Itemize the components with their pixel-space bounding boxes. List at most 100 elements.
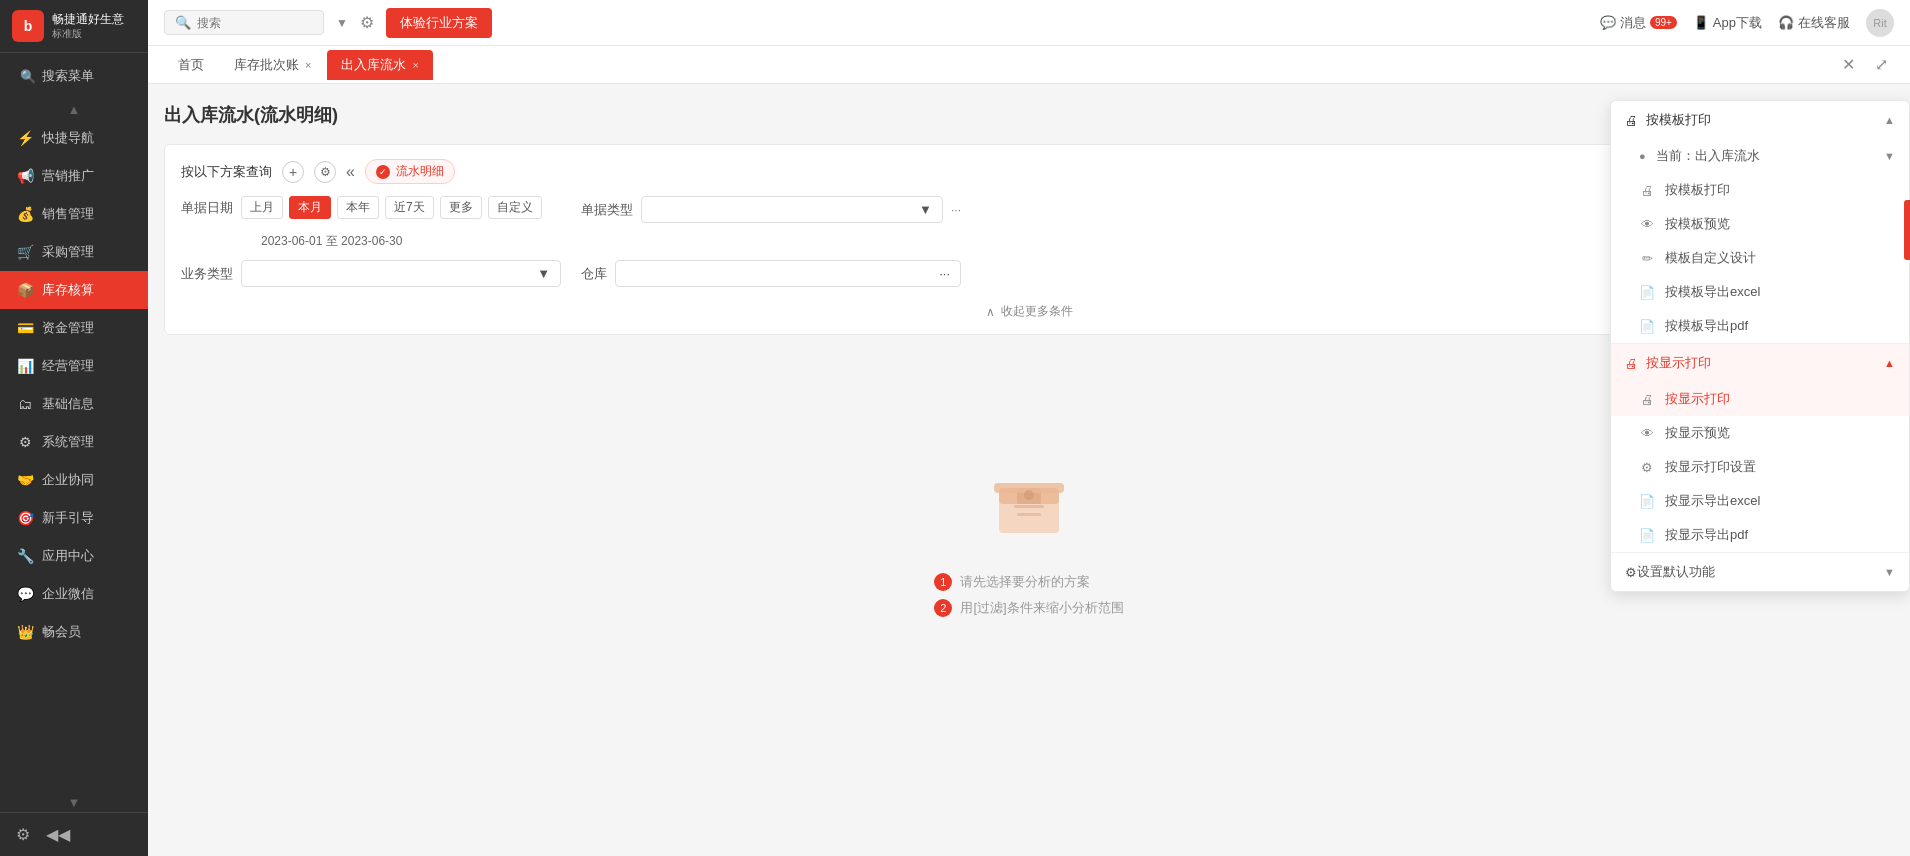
settings-icon[interactable]: ⚙ (16, 825, 30, 844)
phone-icon: 📱 (1693, 15, 1709, 30)
sidebar-item-operation[interactable]: 📊 经营管理 (0, 347, 148, 385)
template-print-section: 🖨 按模板打印 ▲ ● 当前：出入库流水 ▼ 🖨 按模板打印 👁 按模板预览 ✏… (1611, 101, 1909, 344)
sales-label: 销售管理 (42, 205, 94, 223)
tab-flow[interactable]: 出入库流水 × (327, 50, 432, 80)
empty-state-icon (979, 453, 1079, 553)
date-this-month-button[interactable]: 本月 (289, 196, 331, 219)
guide-label: 新手引导 (42, 509, 94, 527)
sidebar-item-marketing[interactable]: 📢 营销推广 (0, 157, 148, 195)
set-default-footer[interactable]: ⚙ 设置默认功能 ▼ (1611, 553, 1909, 591)
template-export-pdf-item[interactable]: 📄 按模板导出pdf (1611, 309, 1909, 343)
settings-gear-icon[interactable]: ⚙ (360, 13, 374, 32)
collapse-up-icon: ∧ (986, 305, 995, 319)
date-last-7-days-button[interactable]: 近7天 (385, 196, 434, 219)
purchase-label: 采购管理 (42, 243, 94, 261)
business-type-dropdown-icon: ▼ (537, 266, 550, 281)
tab-flow-close-icon[interactable]: × (412, 59, 418, 71)
apps-label: 应用中心 (42, 547, 94, 565)
display-print-settings-label: 按显示打印设置 (1665, 458, 1756, 476)
headset-icon: 🎧 (1778, 15, 1794, 30)
voucher-type-dropdown-icon: ▼ (919, 202, 932, 217)
scroll-down-arrow[interactable]: ▼ (0, 792, 148, 812)
sidebar-item-cooperation[interactable]: 🤝 企业协同 (0, 461, 148, 499)
display-export-excel-label: 按显示导出excel (1665, 492, 1760, 510)
message-icon: 💬 (1600, 15, 1616, 30)
display-print-section: 🖨 按显示打印 ▲ 🖨 按显示打印 👁 按显示预览 ⚙ 按显示打印设置 📄 按显… (1611, 344, 1909, 553)
step-2-num: 2 (934, 599, 952, 617)
display-print-section-header[interactable]: 🖨 按显示打印 ▲ (1611, 344, 1909, 382)
app-download-item[interactable]: 📱 App下载 (1693, 14, 1762, 32)
display-export-pdf-icon: 📄 (1639, 527, 1655, 543)
sidebar-item-guide[interactable]: 🎯 新手引导 (0, 499, 148, 537)
collapse-icon[interactable]: ◀◀ (46, 825, 70, 844)
display-export-pdf-item[interactable]: 📄 按显示导出pdf (1611, 518, 1909, 552)
maximize-button[interactable]: ⤢ (1869, 53, 1894, 76)
finance-icon: 💳 (16, 319, 34, 337)
user-name: Rit (1873, 17, 1886, 29)
sales-icon: 💰 (16, 205, 34, 223)
business-type-label: 业务类型 (181, 265, 233, 283)
system-label: 系统管理 (42, 433, 94, 451)
online-service-item[interactable]: 🎧 在线客服 (1778, 14, 1850, 32)
voucher-type-select[interactable]: ▼ (641, 196, 943, 223)
sidebar-item-apps[interactable]: 🔧 应用中心 (0, 537, 148, 575)
sidebar-item-vip[interactable]: 👑 畅会员 (0, 613, 148, 651)
search-input[interactable] (197, 16, 297, 30)
filter-collapse-button[interactable]: « (346, 163, 355, 181)
message-item[interactable]: 💬 消息 99+ (1600, 14, 1677, 32)
voucher-type-more-button[interactable]: ··· (951, 203, 961, 217)
close-all-tabs-button[interactable]: ✕ (1836, 53, 1861, 76)
template-export-pdf-label: 按模板导出pdf (1665, 317, 1748, 335)
display-preview-item[interactable]: 👁 按显示预览 (1611, 416, 1909, 450)
display-print-item[interactable]: 🖨 按显示打印 (1611, 382, 1909, 416)
filter-settings-button[interactable]: ⚙ (314, 161, 336, 183)
search-menu-item[interactable]: 🔍 搜索菜单 (12, 61, 136, 91)
warehouse-select[interactable]: ··· (615, 260, 961, 287)
marketing-label: 营销推广 (42, 167, 94, 185)
filter-add-button[interactable]: + (282, 161, 304, 183)
template-print-dropdown: 🖨 按模板打印 ▲ ● 当前：出入库流水 ▼ 🖨 按模板打印 👁 按模板预览 ✏… (1610, 100, 1910, 592)
display-print-settings-item[interactable]: ⚙ 按显示打印设置 (1611, 450, 1909, 484)
display-print-item-icon: 🖨 (1639, 391, 1655, 407)
template-preview-item[interactable]: 👁 按模板预览 (1611, 207, 1909, 241)
sidebar-item-purchase[interactable]: 🛒 采购管理 (0, 233, 148, 271)
template-export-excel-item[interactable]: 📄 按模板导出excel (1611, 275, 1909, 309)
sidebar-item-system[interactable]: ⚙ 系统管理 (0, 423, 148, 461)
warehouse-label: 仓库 (581, 265, 607, 283)
tab-home[interactable]: 首页 (164, 50, 218, 80)
date-custom-button[interactable]: 自定义 (488, 196, 542, 219)
template-print-section-header[interactable]: 🖨 按模板打印 ▲ (1611, 101, 1909, 139)
sidebar-item-finance[interactable]: 💳 资金管理 (0, 309, 148, 347)
filter-title: 按以下方案查询 (181, 163, 272, 181)
quick-nav-label: 快捷导航 (42, 129, 94, 147)
tab-batch[interactable]: 库存批次账 × (220, 50, 325, 80)
template-customize-item[interactable]: ✏ 模板自定义设计 (1611, 241, 1909, 275)
display-section-chevron-up: ▲ (1884, 357, 1895, 369)
display-export-excel-item[interactable]: 📄 按显示导出excel (1611, 484, 1909, 518)
sidebar-item-sales[interactable]: 💰 销售管理 (0, 195, 148, 233)
purchase-icon: 🛒 (16, 243, 34, 261)
template-preview-label: 按模板预览 (1665, 215, 1730, 233)
dropdown-arrow-icon[interactable]: ▼ (336, 16, 348, 30)
template-export-excel-label: 按模板导出excel (1665, 283, 1760, 301)
marketing-icon: 📢 (16, 167, 34, 185)
date-this-year-button[interactable]: 本年 (337, 196, 379, 219)
scroll-up-arrow[interactable]: ▲ (0, 99, 148, 119)
sidebar-item-base[interactable]: 🗂 基础信息 (0, 385, 148, 423)
date-last-month-button[interactable]: 上月 (241, 196, 283, 219)
tab-batch-close-icon[interactable]: × (305, 59, 311, 71)
template-export-pdf-icon: 📄 (1639, 318, 1655, 334)
template-customize-label: 模板自定义设计 (1665, 249, 1756, 267)
user-avatar-item[interactable]: Rit (1866, 9, 1894, 37)
sidebar-item-inventory[interactable]: 📦 库存核算 (0, 271, 148, 309)
business-type-select[interactable]: ▼ (241, 260, 561, 287)
topbar-search[interactable]: 🔍 (164, 10, 324, 35)
industry-solution-button[interactable]: 体验行业方案 (386, 8, 492, 38)
template-print-item[interactable]: 🖨 按模板打印 (1611, 173, 1909, 207)
sidebar-item-wechat[interactable]: 💬 企业微信 (0, 575, 148, 613)
warehouse-field: 仓库 ··· (581, 260, 961, 287)
empty-steps: 1 请先选择要分析的方案 2 用[过滤]条件来缩小分析范围 (934, 573, 1123, 617)
sidebar-item-quick-nav[interactable]: ⚡ 快捷导航 (0, 119, 148, 157)
current-template-item[interactable]: ● 当前：出入库流水 ▼ (1611, 139, 1909, 173)
date-more-button[interactable]: 更多 (440, 196, 482, 219)
